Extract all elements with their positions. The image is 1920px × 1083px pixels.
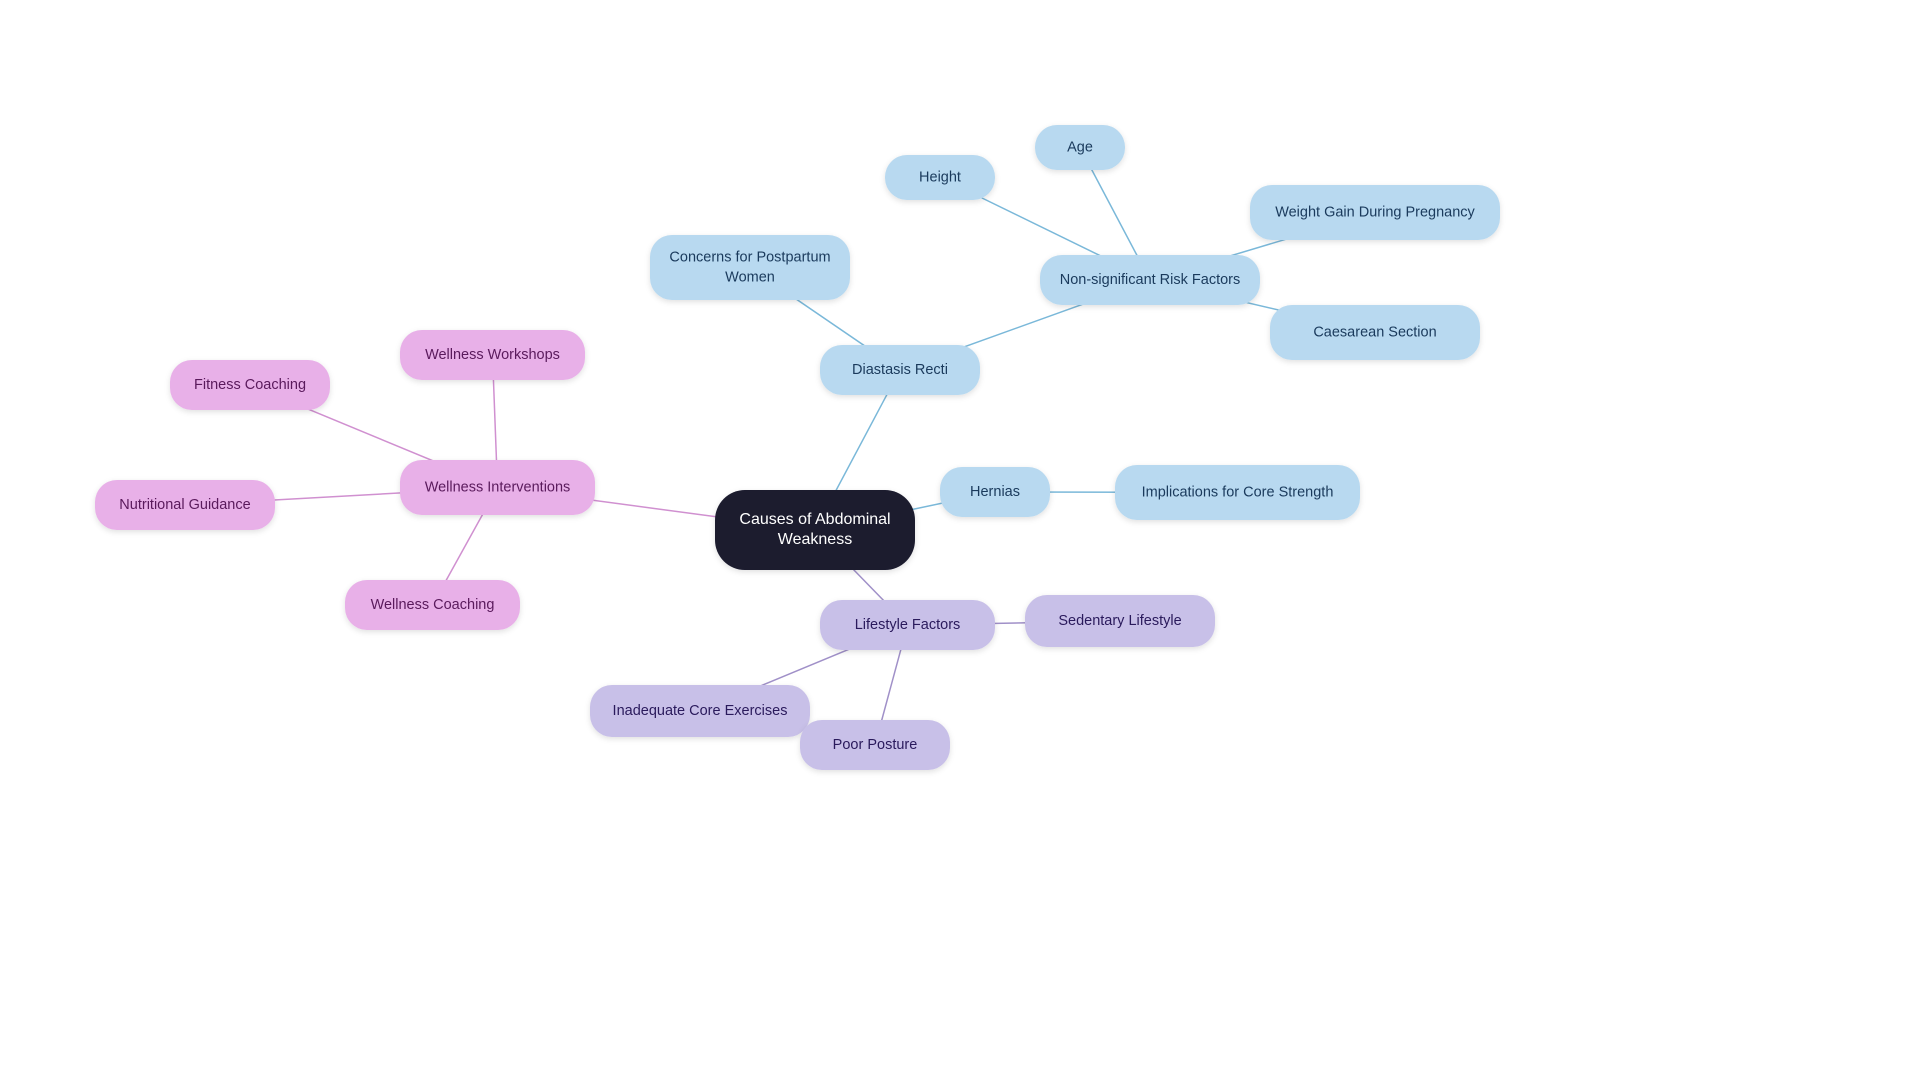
node-label-height-line0: Height — [919, 170, 961, 186]
node-label-lifestyle-line0: Lifestyle Factors — [855, 617, 961, 633]
node-nutritional[interactable]: Nutritional Guidance — [95, 480, 275, 530]
node-core_strength[interactable]: Implications for Core Strength — [1115, 465, 1360, 520]
node-hernias[interactable]: Hernias — [940, 467, 1050, 517]
node-center[interactable]: Causes of Abdominal Weakness — [715, 490, 915, 570]
node-label-poor_posture-line0: Poor Posture — [833, 737, 918, 753]
node-label-center-line1: Weakness — [778, 531, 852, 548]
node-workshops[interactable]: Wellness Workshops — [400, 330, 585, 380]
node-wellness[interactable]: Wellness Interventions — [400, 460, 595, 515]
node-lifestyle[interactable]: Lifestyle Factors — [820, 600, 995, 650]
node-label-inadequate-line0: Inadequate Core Exercises — [613, 703, 788, 719]
node-height[interactable]: Height — [885, 155, 995, 200]
node-weight_gain[interactable]: Weight Gain During Pregnancy — [1250, 185, 1500, 240]
node-label-sedentary-line0: Sedentary Lifestyle — [1058, 613, 1181, 629]
node-caesarean[interactable]: Caesarean Section — [1270, 305, 1480, 360]
node-label-non_significant-line0: Non-significant Risk Factors — [1060, 272, 1241, 288]
node-sedentary[interactable]: Sedentary Lifestyle — [1025, 595, 1215, 647]
node-poor_posture[interactable]: Poor Posture — [800, 720, 950, 770]
node-rect-center — [715, 490, 915, 570]
node-rect-postpartum — [650, 235, 850, 300]
node-label-caesarean-line0: Caesarean Section — [1313, 325, 1436, 341]
node-label-postpartum-line0: Concerns for Postpartum — [669, 250, 830, 266]
node-inadequate[interactable]: Inadequate Core Exercises — [590, 685, 810, 737]
mindmap-canvas: Causes of Abdominal Weakness Diastasis Rec… — [0, 0, 1920, 1083]
node-fitness[interactable]: Fitness Coaching — [170, 360, 330, 410]
node-label-center-line0: Causes of Abdominal — [739, 511, 890, 528]
node-label-age-line0: Age — [1067, 140, 1093, 156]
node-label-wellness-line0: Wellness Interventions — [425, 480, 571, 496]
node-postpartum[interactable]: Concerns for Postpartum Women — [650, 235, 850, 300]
node-wellness_coaching[interactable]: Wellness Coaching — [345, 580, 520, 630]
node-non_significant[interactable]: Non-significant Risk Factors — [1040, 255, 1260, 305]
node-diastasis[interactable]: Diastasis Recti — [820, 345, 980, 395]
node-label-weight_gain-line0: Weight Gain During Pregnancy — [1275, 205, 1475, 221]
node-age[interactable]: Age — [1035, 125, 1125, 170]
node-label-hernias-line0: Hernias — [970, 484, 1020, 500]
node-label-diastasis-line0: Diastasis Recti — [852, 362, 948, 378]
node-label-fitness-line0: Fitness Coaching — [194, 377, 306, 393]
node-label-nutritional-line0: Nutritional Guidance — [119, 497, 250, 513]
node-label-postpartum-line1: Women — [725, 270, 775, 286]
node-label-core_strength-line0: Implications for Core Strength — [1142, 485, 1334, 501]
node-label-wellness_coaching-line0: Wellness Coaching — [371, 597, 495, 613]
node-label-workshops-line0: Wellness Workshops — [425, 347, 560, 363]
